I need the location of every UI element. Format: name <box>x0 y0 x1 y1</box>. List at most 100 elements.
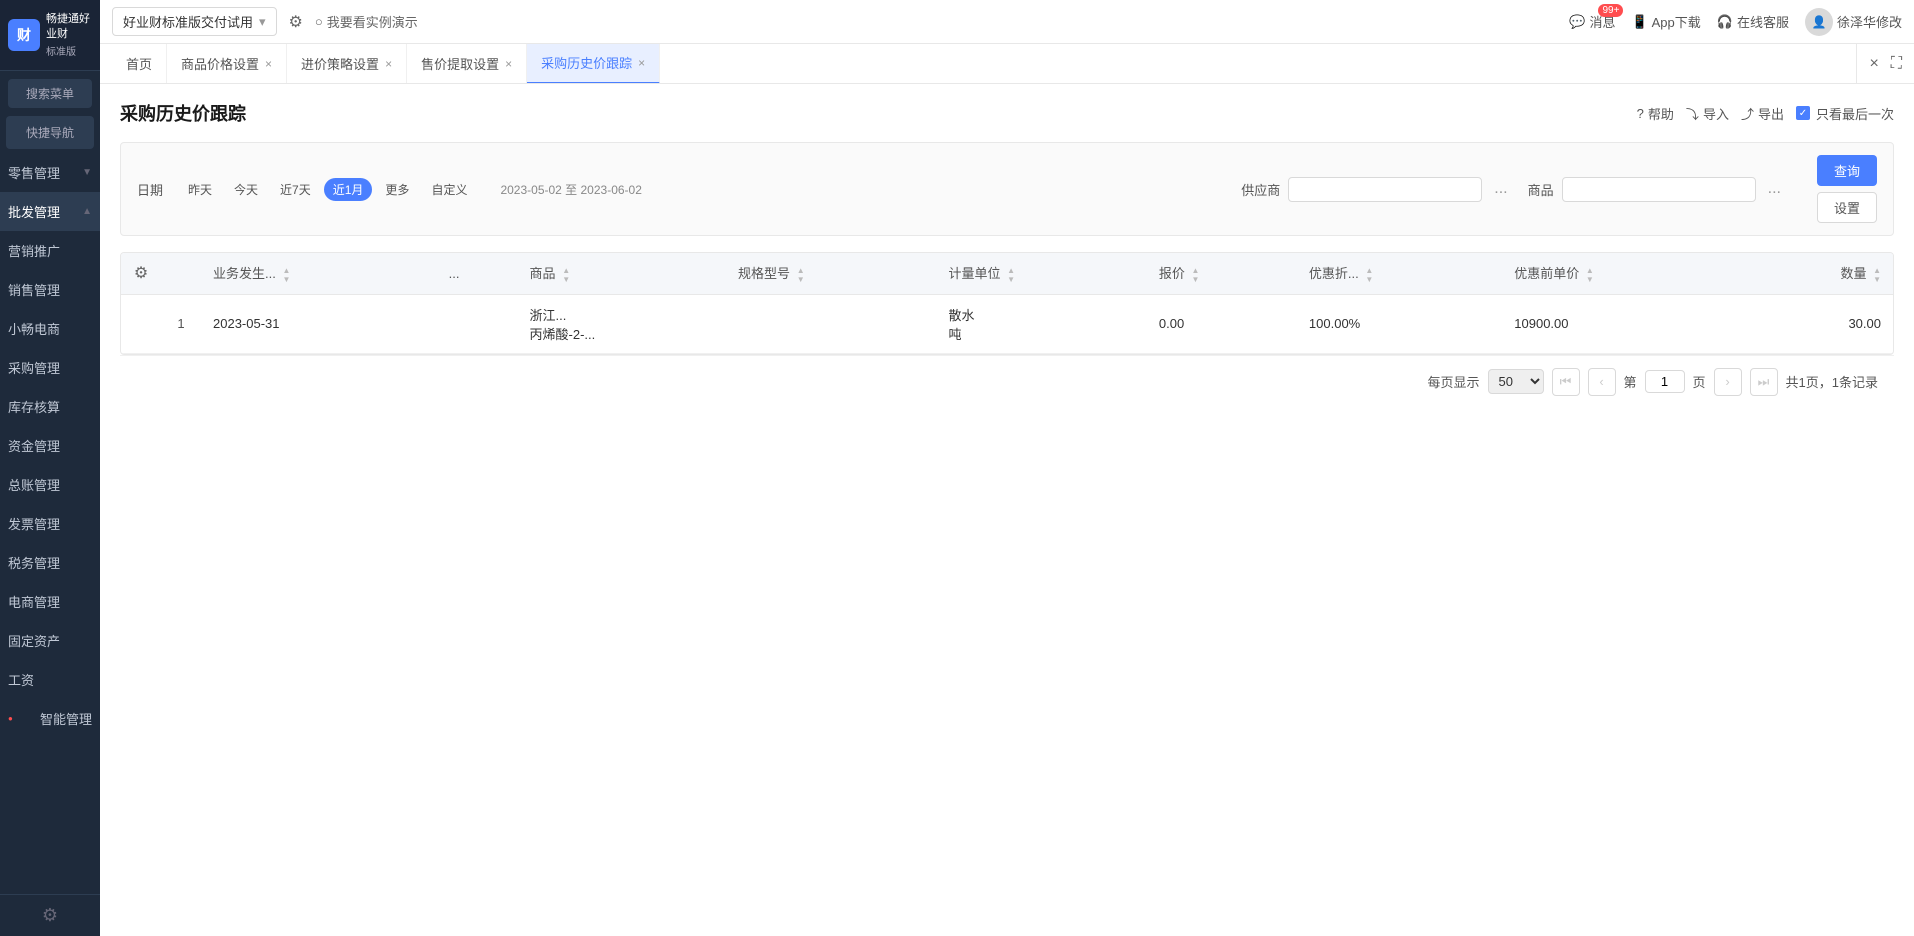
content-area: 采购历史价跟踪 ? 帮助 ⤵ 导入 ⤴ 导出 ✓ <box>100 84 1914 936</box>
tab-price[interactable]: 商品价格设置 × <box>167 44 287 84</box>
col-spec: 规格型号 ▲▼ <box>726 253 936 294</box>
app-download-button[interactable]: 📱 App下载 <box>1631 12 1700 31</box>
last-page-button[interactable]: ⏭ <box>1750 368 1778 396</box>
col-discount: 优惠折... ▲▼ <box>1297 253 1502 294</box>
close-tab-icon[interactable]: × <box>1865 51 1882 77</box>
supplier-input[interactable] <box>1288 177 1482 202</box>
date-1month-btn[interactable]: 近1月 <box>324 178 373 201</box>
date-7days-btn[interactable]: 近7天 <box>271 178 320 201</box>
tab-home-label: 首页 <box>126 54 152 73</box>
help-label: 帮助 <box>1648 104 1674 123</box>
sort-spec-icon: ▲▼ <box>797 266 805 284</box>
help-icon: ? <box>1637 106 1644 121</box>
date-today-btn[interactable]: 今天 <box>225 178 267 201</box>
col-quantity-label: 数量 <box>1840 266 1866 281</box>
sidebar-item-ledger[interactable]: 总账管理 <box>0 465 100 504</box>
sidebar: 财 畅捷通好业财 标准版 搜索菜单 快捷导航 零售管理 ▼ 批发管理 ▲ 营销推… <box>0 0 100 936</box>
date-more-btn[interactable]: 更多 <box>376 178 418 201</box>
messages-button[interactable]: 💬 消息 99+ <box>1569 12 1615 31</box>
sidebar-item-inventory[interactable]: 库存核算 <box>0 387 100 426</box>
data-table: ⚙ 业务发生... ▲▼ ... 商品 <box>121 253 1893 354</box>
tab-purchase-history-label: 采购历史价跟踪 <box>541 53 632 72</box>
goods-input[interactable] <box>1562 177 1756 202</box>
sidebar-item-finance[interactable]: 资金管理 <box>0 426 100 465</box>
col-price: 报价 ▲▼ <box>1147 253 1297 294</box>
quick-nav-button[interactable]: 快捷导航 <box>6 116 94 149</box>
import-label: 导入 <box>1703 104 1729 123</box>
demo-link[interactable]: ○ 我要看实例演示 <box>315 12 418 31</box>
sidebar-item-tax[interactable]: 税务管理 <box>0 543 100 582</box>
export-link[interactable]: ⤴ 导出 <box>1741 104 1784 123</box>
only-last-checkbox-label[interactable]: ✓ 只看最后一次 <box>1796 104 1894 123</box>
settings-icon[interactable]: ⚙ <box>42 905 58 926</box>
per-page-select[interactable]: 50 100 200 <box>1488 369 1544 394</box>
sidebar-item-wholesale[interactable]: 批发管理 ▲ <box>0 192 100 231</box>
logo-icon: 财 <box>8 19 40 51</box>
sidebar-item-smart[interactable]: 智能管理 <box>0 699 100 738</box>
import-link[interactable]: ⤵ 导入 <box>1686 104 1729 123</box>
row-number-cell: 1 <box>161 294 201 353</box>
sidebar-item-sales[interactable]: 销售管理 <box>0 270 100 309</box>
row-spec-cell <box>726 294 936 353</box>
topbar-settings-icon[interactable]: ⚙ <box>289 12 303 32</box>
tab-sell-extract-label: 售价提取设置 <box>421 54 499 73</box>
col-spec-label: 规格型号 <box>738 266 790 281</box>
tab-sell-extract-close-icon[interactable]: × <box>505 57 512 71</box>
sidebar-item-assets[interactable]: 固定资产 <box>0 621 100 660</box>
chevron-down-icon: ▼ <box>82 167 92 178</box>
sidebar-item-marketing[interactable]: 营销推广 <box>0 231 100 270</box>
row-price-cell: 0.00 <box>1147 294 1297 353</box>
help-link[interactable]: ? 帮助 <box>1637 104 1674 123</box>
sidebar-item-ecommerce[interactable]: 电商管理 <box>0 582 100 621</box>
sidebar-item-ecommerce-small-label: 小畅电商 <box>8 319 60 338</box>
demo-icon: ○ <box>315 14 323 29</box>
sidebar-item-purchase[interactable]: 采购管理 <box>0 348 100 387</box>
prev-page-button[interactable]: ‹ <box>1588 368 1616 396</box>
avatar: 👤 <box>1805 8 1833 36</box>
tab-purchase-history-close-icon[interactable]: × <box>638 56 645 70</box>
user-menu[interactable]: 👤 徐泽华修改 <box>1805 8 1902 36</box>
sort-price-icon: ▲▼ <box>1192 266 1200 284</box>
table-settings-icon[interactable]: ⚙ <box>134 265 148 282</box>
sidebar-item-inventory-label: 库存核算 <box>8 397 60 416</box>
col-price-label: 报价 <box>1159 266 1185 281</box>
online-service-button[interactable]: 🎧 在线客服 <box>1717 12 1789 31</box>
goods-dots[interactable]: ... <box>1764 180 1785 198</box>
settings-button[interactable]: 设置 <box>1817 192 1877 223</box>
row-goods-cell: 浙江... 丙烯酸-2-... <box>518 294 727 353</box>
version-selector[interactable]: 好业财标准版交付试用 ▾ <box>112 7 277 36</box>
tab-purchase-strategy[interactable]: 进价策略设置 × <box>287 44 407 84</box>
search-menu-button[interactable]: 搜索菜单 <box>8 79 92 108</box>
tab-purchase-strategy-close-icon[interactable]: × <box>385 57 392 71</box>
expand-icon[interactable]: ⛶ <box>1887 51 1906 77</box>
first-page-button[interactable]: ⏮ <box>1552 368 1580 396</box>
tab-home[interactable]: 首页 <box>112 44 167 84</box>
date-custom-btn[interactable]: 自定义 <box>422 178 476 201</box>
col-date-label: 业务发生... <box>213 266 276 281</box>
tab-sell-extract[interactable]: 售价提取设置 × <box>407 44 527 84</box>
total-label: 共1页，1条记录 <box>1786 372 1878 391</box>
query-button[interactable]: 查询 <box>1817 155 1877 186</box>
table-row: 1 2023-05-31 浙江... 丙烯酸-2-... 散水 吨 <box>121 294 1893 353</box>
selector-arrow-icon: ▾ <box>259 14 266 30</box>
sidebar-item-ecommerce-small[interactable]: 小畅电商 <box>0 309 100 348</box>
sidebar-item-wholesale-label: 批发管理 <box>8 202 60 221</box>
sidebar-item-salary[interactable]: 工资 <box>0 660 100 699</box>
row-goods-name: 丙烯酸-2-... <box>530 324 715 343</box>
data-table-container: ⚙ 业务发生... ▲▼ ... 商品 <box>120 252 1894 355</box>
row-unit-val2: 吨 <box>948 324 1134 343</box>
date-filter-label: 日期 <box>137 180 163 199</box>
tab-price-close-icon[interactable]: × <box>265 57 272 71</box>
col-goods: 商品 ▲▼ <box>518 253 727 294</box>
supplier-dots[interactable]: ... <box>1490 180 1511 198</box>
tab-purchase-history[interactable]: 采购历史价跟踪 × <box>527 44 660 84</box>
next-page-button[interactable]: › <box>1714 368 1742 396</box>
date-yesterday-btn[interactable]: 昨天 <box>179 178 221 201</box>
page-title: 采购历史价跟踪 <box>120 100 246 126</box>
sidebar-item-invoice[interactable]: 发票管理 <box>0 504 100 543</box>
page-number-input[interactable]: 1 <box>1645 370 1685 393</box>
sidebar-item-retail[interactable]: 零售管理 ▼ <box>0 153 100 192</box>
app-download-label: App下载 <box>1652 12 1701 31</box>
sort-quantity-icon: ▲▼ <box>1873 266 1881 284</box>
sidebar-item-finance-label: 资金管理 <box>8 436 60 455</box>
